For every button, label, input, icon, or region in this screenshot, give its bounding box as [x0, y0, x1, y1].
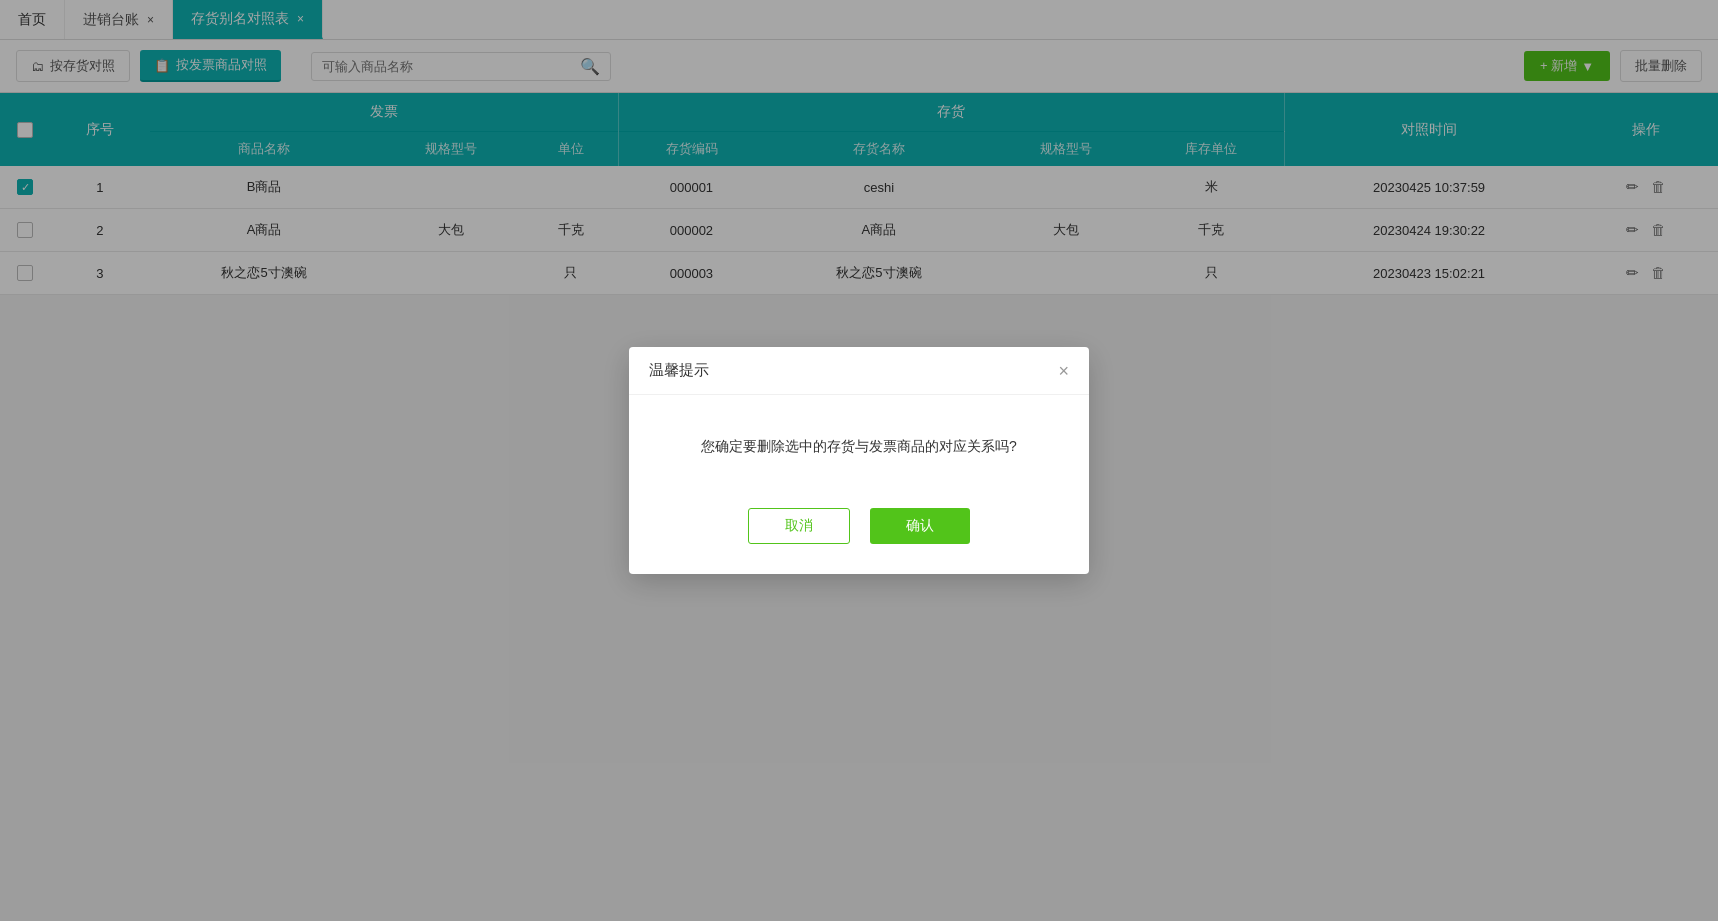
confirm-dialog: 温馨提示 × 您确定要删除选中的存货与发票商品的对应关系吗? 取消 确认 [629, 347, 1089, 573]
dialog-title: 温馨提示 [649, 361, 709, 380]
dialog-body: 您确定要删除选中的存货与发票商品的对应关系吗? [629, 395, 1089, 487]
dialog-close-button[interactable]: × [1058, 362, 1069, 380]
dialog-header: 温馨提示 × [629, 347, 1089, 395]
dialog-cancel-button[interactable]: 取消 [748, 508, 850, 544]
dialog-footer: 取消 确认 [629, 488, 1089, 574]
dialog-message: 您确定要删除选中的存货与发票商品的对应关系吗? [701, 438, 1017, 454]
dialog-confirm-button[interactable]: 确认 [870, 508, 970, 544]
confirm-dialog-overlay: 温馨提示 × 您确定要删除选中的存货与发票商品的对应关系吗? 取消 确认 [0, 0, 1718, 921]
